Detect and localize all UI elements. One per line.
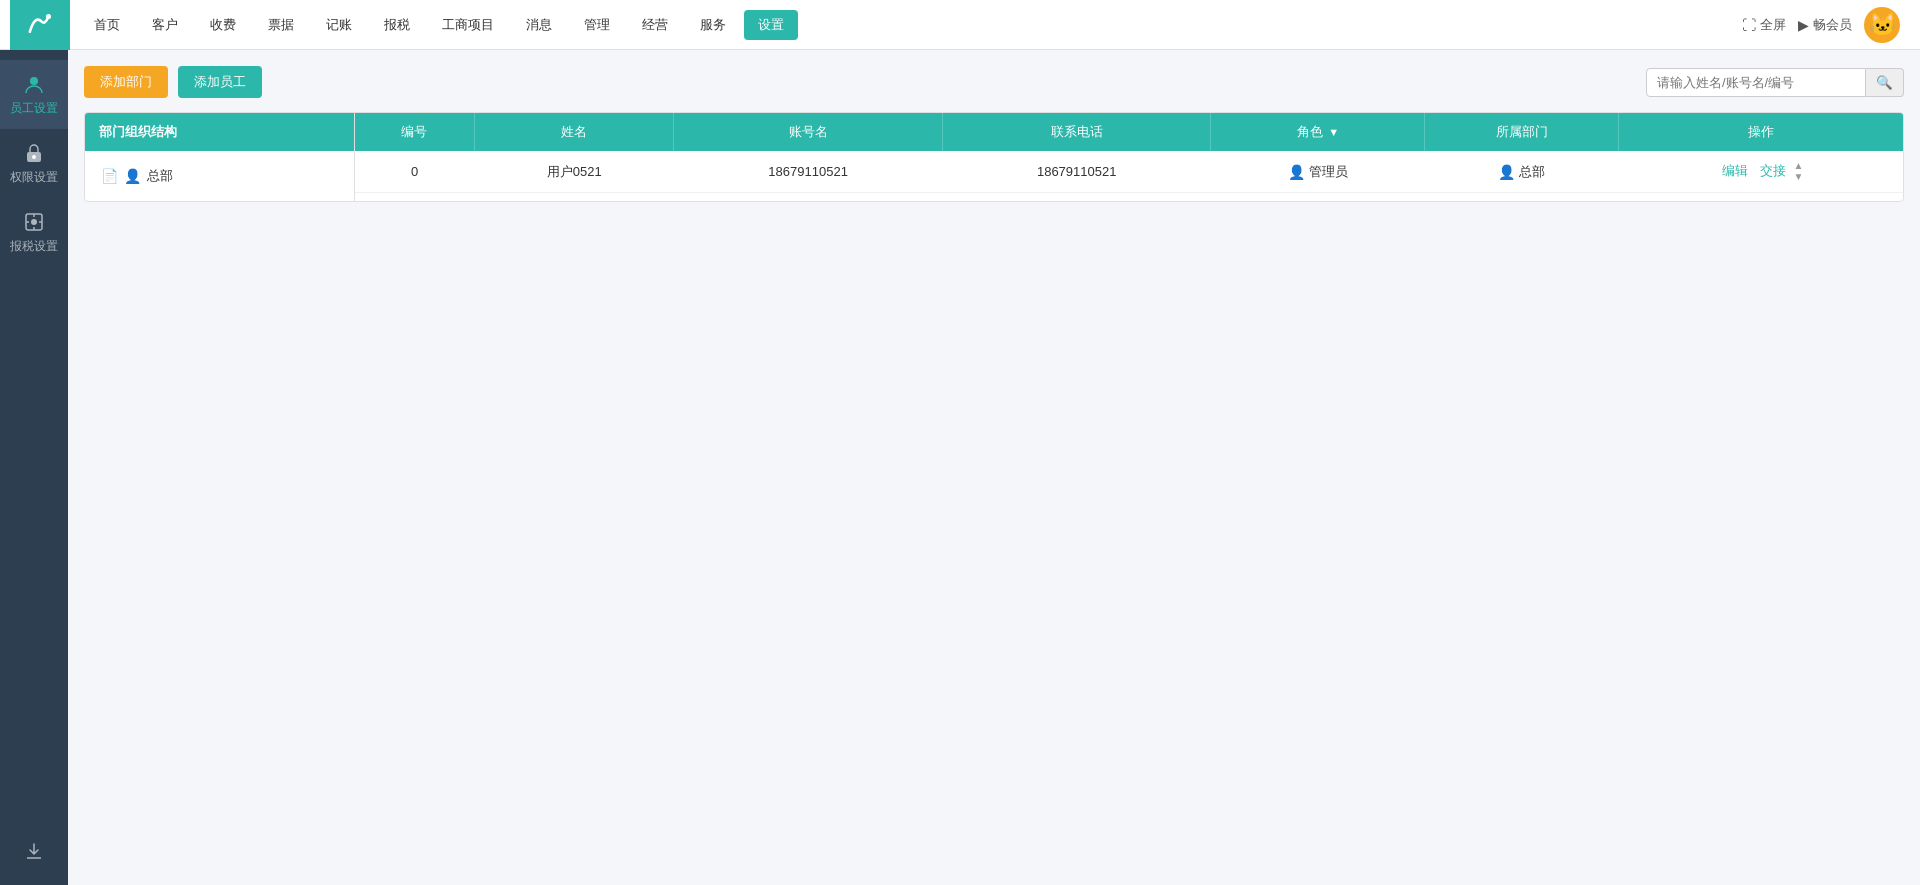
th-action: 操作 — [1619, 113, 1903, 151]
th-id: 编号 — [355, 113, 474, 151]
cell-actions: 编辑 交接 ▲ ▼ — [1619, 151, 1903, 193]
download-icon — [22, 839, 46, 863]
member-icon: ▶ — [1798, 17, 1809, 33]
dept-label: 总部 — [1519, 163, 1545, 181]
sidebar-item-employee[interactable]: 员工设置 — [0, 60, 68, 129]
dept-panel-title: 部门组织结构 — [99, 124, 177, 139]
logo — [10, 0, 70, 50]
nav-item-fee[interactable]: 收费 — [196, 10, 250, 40]
nav-item-bookkeeping[interactable]: 记账 — [312, 10, 366, 40]
dept-name-root: 总部 — [147, 167, 173, 185]
file-icon: 📄 — [101, 168, 118, 184]
top-nav: 首页 客户 收费 票据 记账 报税 工商项目 消息 管理 经营 服务 设置 ⛶ … — [0, 0, 1920, 50]
member-button[interactable]: ▶ 畅会员 — [1798, 16, 1852, 34]
logo-icon — [23, 8, 57, 42]
th-role[interactable]: 角色 ▼ — [1211, 113, 1425, 151]
dept-panel-header: 部门组织结构 — [85, 113, 354, 151]
sidebar-item-taxsettings[interactable]: 报税设置 — [0, 198, 68, 267]
sidebar-label-taxsettings: 报税设置 — [10, 238, 58, 255]
avatar[interactable]: 🐱 — [1864, 7, 1900, 43]
scroll-up-arrow[interactable]: ▲ — [1793, 161, 1803, 171]
table-header-row: 编号 姓名 账号名 联系电话 角色 ▼ 所属部门 操作 — [355, 113, 1903, 151]
svg-point-3 — [32, 155, 36, 159]
scroll-down-arrow[interactable]: ▼ — [1793, 172, 1803, 182]
filter-icon: ▼ — [1328, 126, 1339, 138]
nav-item-manage[interactable]: 管理 — [570, 10, 624, 40]
edit-link[interactable]: 编辑 — [1722, 163, 1748, 178]
sidebar: 员工设置 权限设置 — [0, 50, 68, 885]
toolbar: 添加部门 添加员工 🔍 — [84, 66, 1904, 98]
nav-items: 首页 客户 收费 票据 记账 报税 工商项目 消息 管理 经营 服务 设置 — [70, 10, 1742, 40]
cell-account: 18679110521 — [674, 151, 943, 193]
employee-icon — [22, 72, 46, 96]
sidebar-item-permission[interactable]: 权限设置 — [0, 129, 68, 198]
nav-item-message[interactable]: 消息 — [512, 10, 566, 40]
nav-item-settings[interactable]: 设置 — [744, 10, 798, 40]
sidebar-bottom — [0, 827, 68, 885]
th-dept: 所属部门 — [1425, 113, 1619, 151]
sidebar-item-download[interactable] — [0, 827, 68, 875]
transfer-link[interactable]: 交接 — [1760, 163, 1786, 178]
lock-icon — [22, 141, 46, 165]
main-layout: 员工设置 权限设置 — [0, 50, 1920, 885]
dept-user-icon: 👤 — [124, 168, 141, 184]
fullscreen-label: 全屏 — [1760, 16, 1786, 34]
svg-point-0 — [46, 13, 51, 18]
svg-point-5 — [31, 219, 37, 225]
th-role-label: 角色 — [1297, 124, 1323, 139]
dept-tree: 📄 👤 总部 — [85, 151, 354, 201]
cell-dept: 👤 总部 — [1425, 151, 1619, 193]
dept-user-icon-row: 👤 — [1498, 164, 1515, 180]
employee-table: 编号 姓名 账号名 联系电话 角色 ▼ 所属部门 操作 — [355, 113, 1903, 193]
th-account: 账号名 — [674, 113, 943, 151]
nav-item-service[interactable]: 服务 — [686, 10, 740, 40]
table-panel: 编号 姓名 账号名 联系电话 角色 ▼ 所属部门 操作 — [355, 113, 1903, 201]
cell-id: 0 — [355, 151, 474, 193]
nav-item-customer[interactable]: 客户 — [138, 10, 192, 40]
search-input[interactable] — [1646, 68, 1866, 97]
add-dept-button[interactable]: 添加部门 — [84, 66, 168, 98]
fullscreen-icon: ⛶ — [1742, 17, 1756, 33]
cell-role: 👤 管理员 — [1211, 151, 1425, 193]
search-area: 🔍 — [1646, 68, 1904, 97]
table-row: 0 用户0521 18679110521 18679110521 👤 管理员 — [355, 151, 1903, 193]
nav-item-home[interactable]: 首页 — [80, 10, 134, 40]
nav-item-ticket[interactable]: 票据 — [254, 10, 308, 40]
search-button[interactable]: 🔍 — [1866, 68, 1904, 97]
nav-item-tax[interactable]: 报税 — [370, 10, 424, 40]
svg-point-1 — [30, 77, 38, 85]
panels: 部门组织结构 📄 👤 总部 编号 姓名 — [84, 112, 1904, 202]
cell-name: 用户0521 — [474, 151, 673, 193]
avatar-icon: 🐱 — [1869, 12, 1896, 38]
cell-phone: 18679110521 — [942, 151, 1211, 193]
nav-item-business[interactable]: 工商项目 — [428, 10, 508, 40]
th-name: 姓名 — [474, 113, 673, 151]
fullscreen-button[interactable]: ⛶ 全屏 — [1742, 16, 1786, 34]
scroll-arrows: ▲ ▼ — [1793, 161, 1803, 182]
add-employee-button[interactable]: 添加员工 — [178, 66, 262, 98]
nav-item-operations[interactable]: 经营 — [628, 10, 682, 40]
search-icon: 🔍 — [1876, 75, 1893, 90]
dept-panel: 部门组织结构 📄 👤 总部 — [85, 113, 355, 201]
dept-tree-item-root[interactable]: 📄 👤 总部 — [95, 161, 344, 191]
role-user-icon: 👤 — [1288, 164, 1305, 180]
th-phone: 联系电话 — [942, 113, 1211, 151]
sidebar-label-employee: 员工设置 — [10, 100, 58, 117]
role-label: 管理员 — [1309, 163, 1348, 181]
sidebar-label-permission: 权限设置 — [10, 169, 58, 186]
nav-right: ⛶ 全屏 ▶ 畅会员 🐱 — [1742, 7, 1910, 43]
content: 添加部门 添加员工 🔍 部门组织结构 📄 👤 总部 — [68, 50, 1920, 885]
member-label: 畅会员 — [1813, 16, 1852, 34]
tax-settings-icon — [22, 210, 46, 234]
